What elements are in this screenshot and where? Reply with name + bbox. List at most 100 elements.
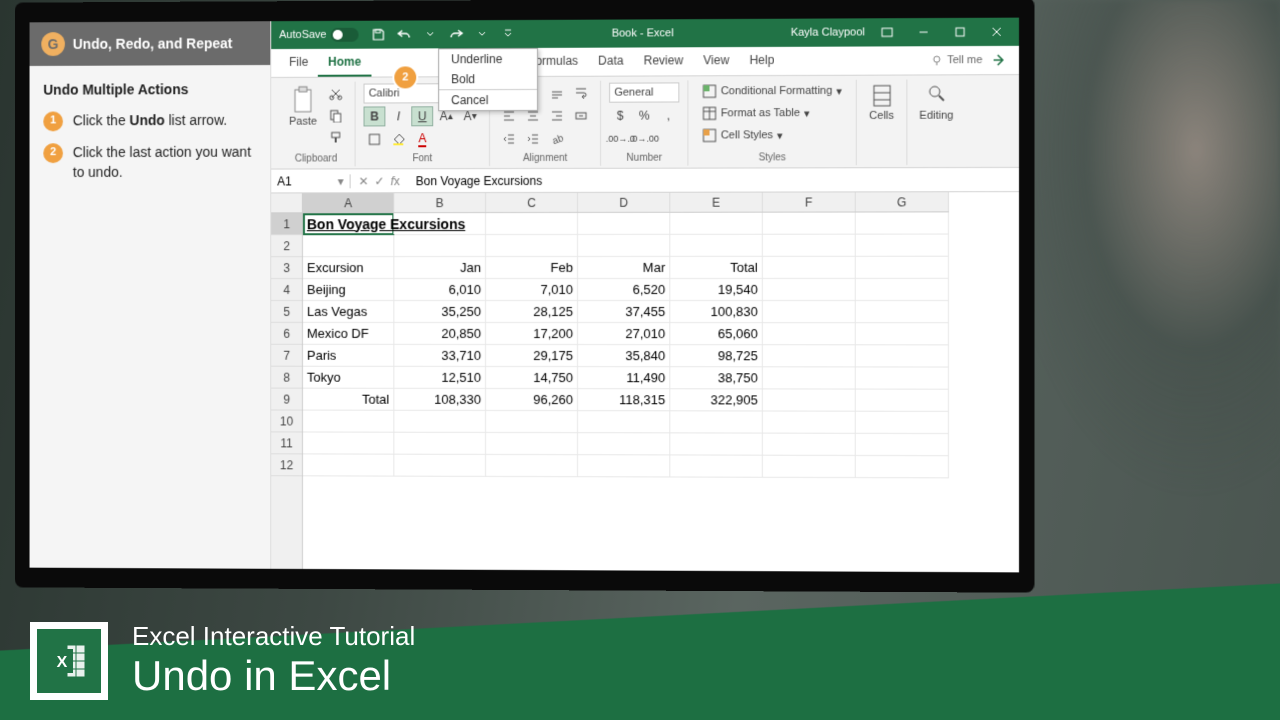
cell[interactable]: 35,840 [578, 345, 670, 366]
redo-dropdown-arrow[interactable] [474, 26, 490, 42]
cell[interactable]: Mexico DF [303, 323, 394, 344]
decrease-indent-button[interactable] [498, 129, 520, 149]
maximize-button[interactable] [946, 22, 974, 42]
cell[interactable] [486, 411, 578, 432]
underline-button[interactable]: U [411, 106, 433, 126]
row-header-12[interactable]: 12 [271, 454, 302, 476]
format-as-table-button[interactable]: Format as Table ▾ [697, 104, 816, 122]
user-name[interactable]: Kayla Claypool [791, 26, 865, 38]
cell[interactable]: 118,315 [578, 389, 670, 410]
cell[interactable] [856, 390, 949, 411]
cell[interactable] [856, 301, 949, 322]
cell[interactable] [394, 411, 486, 432]
cell-styles-button[interactable]: Cell Styles ▾ [697, 126, 789, 144]
row-header-10[interactable]: 10 [271, 410, 302, 432]
cell[interactable]: Total [303, 389, 394, 410]
tab-view[interactable]: View [693, 47, 739, 75]
cell[interactable] [670, 213, 763, 234]
cell[interactable] [394, 433, 486, 454]
cancel-formula-icon[interactable]: ✕ [359, 174, 369, 188]
redo-button[interactable] [448, 26, 464, 42]
col-header-a[interactable]: A [303, 193, 394, 212]
share-icon[interactable] [991, 46, 1011, 74]
cell[interactable] [670, 235, 763, 256]
cell[interactable] [763, 411, 856, 432]
undo-item-underline[interactable]: Underline [439, 49, 537, 69]
cell[interactable]: Excursion [303, 257, 394, 278]
cell[interactable]: 14,750 [486, 367, 578, 388]
row-header-3[interactable]: 3 [271, 257, 302, 279]
cell[interactable] [486, 213, 578, 234]
increase-indent-button[interactable] [522, 129, 544, 149]
align-right-button[interactable] [546, 106, 568, 126]
cell[interactable]: 322,905 [670, 389, 763, 410]
col-header-d[interactable]: D [578, 193, 670, 212]
cell[interactable]: 65,060 [670, 323, 763, 344]
undo-button[interactable] [396, 27, 412, 43]
toggle-switch-icon[interactable] [330, 28, 358, 42]
cell[interactable] [763, 456, 856, 477]
cell[interactable] [303, 432, 394, 453]
tab-file[interactable]: File [279, 49, 318, 77]
cell[interactable]: 12,510 [394, 367, 486, 388]
cell[interactable] [394, 235, 486, 256]
row-header-4[interactable]: 4 [271, 279, 302, 301]
cell[interactable]: 20,850 [394, 323, 486, 344]
cell[interactable]: Paris [303, 345, 394, 366]
cell[interactable]: 38,750 [670, 367, 763, 388]
cell[interactable] [763, 257, 856, 278]
undo-item-bold[interactable]: Bold [439, 69, 537, 89]
col-header-g[interactable]: G [856, 192, 949, 211]
cell[interactable]: 7,010 [486, 279, 578, 300]
comma-format-button[interactable]: , [657, 105, 679, 125]
conditional-formatting-button[interactable]: Conditional Formatting ▾ [697, 82, 848, 101]
cell[interactable]: 19,540 [670, 279, 763, 300]
tab-home[interactable]: Home [318, 49, 371, 77]
formula-input[interactable]: Bon Voyage Excursions [408, 172, 1019, 187]
cell[interactable] [578, 433, 670, 454]
row-header-7[interactable]: 7 [271, 345, 302, 367]
cell[interactable] [578, 455, 670, 476]
tab-review[interactable]: Review [634, 47, 694, 75]
cell[interactable]: 35,250 [394, 301, 486, 322]
tell-me-search[interactable]: Tell me [931, 46, 983, 74]
cell[interactable]: 37,455 [578, 301, 670, 322]
cell[interactable] [303, 235, 394, 256]
orientation-button[interactable]: ab [546, 129, 568, 149]
cell[interactable] [856, 456, 949, 477]
increase-decimal-button[interactable]: .00→.0 [609, 129, 631, 149]
cell[interactable] [763, 323, 856, 344]
italic-button[interactable]: I [388, 106, 410, 126]
cell[interactable]: 11,490 [578, 367, 670, 388]
cell[interactable]: Beijing [303, 279, 394, 300]
cell[interactable]: 6,010 [394, 279, 486, 300]
cell[interactable]: 96,260 [486, 389, 578, 410]
autosave-toggle[interactable]: AutoSave [279, 28, 358, 42]
cell[interactable] [856, 367, 949, 388]
tab-help[interactable]: Help [739, 47, 784, 75]
format-painter-button[interactable] [325, 128, 347, 148]
close-button[interactable] [982, 22, 1010, 42]
number-format-select[interactable]: General [609, 82, 679, 102]
cell[interactable] [763, 434, 856, 455]
cell[interactable]: Jan [394, 257, 486, 278]
cut-button[interactable] [325, 84, 347, 104]
cell[interactable]: 17,200 [486, 323, 578, 344]
cell[interactable] [486, 235, 578, 256]
cell[interactable] [763, 213, 856, 234]
enter-formula-icon[interactable]: ✓ [375, 174, 385, 188]
select-all-corner[interactable] [271, 193, 303, 213]
cell[interactable]: 28,125 [486, 301, 578, 322]
font-color-button[interactable]: A [411, 129, 433, 149]
align-bottom-button[interactable] [546, 83, 568, 103]
bold-button[interactable]: B [364, 106, 386, 126]
cell[interactable]: 6,520 [578, 279, 670, 300]
cells-button[interactable]: Cells [865, 82, 898, 124]
cell[interactable] [303, 454, 394, 475]
cell[interactable]: Tokyo [303, 367, 394, 388]
row-header-9[interactable]: 9 [271, 389, 302, 411]
cell[interactable] [394, 455, 486, 476]
merge-button[interactable] [570, 106, 592, 126]
tab-data[interactable]: Data [588, 48, 633, 76]
row-header-2[interactable]: 2 [271, 235, 302, 257]
